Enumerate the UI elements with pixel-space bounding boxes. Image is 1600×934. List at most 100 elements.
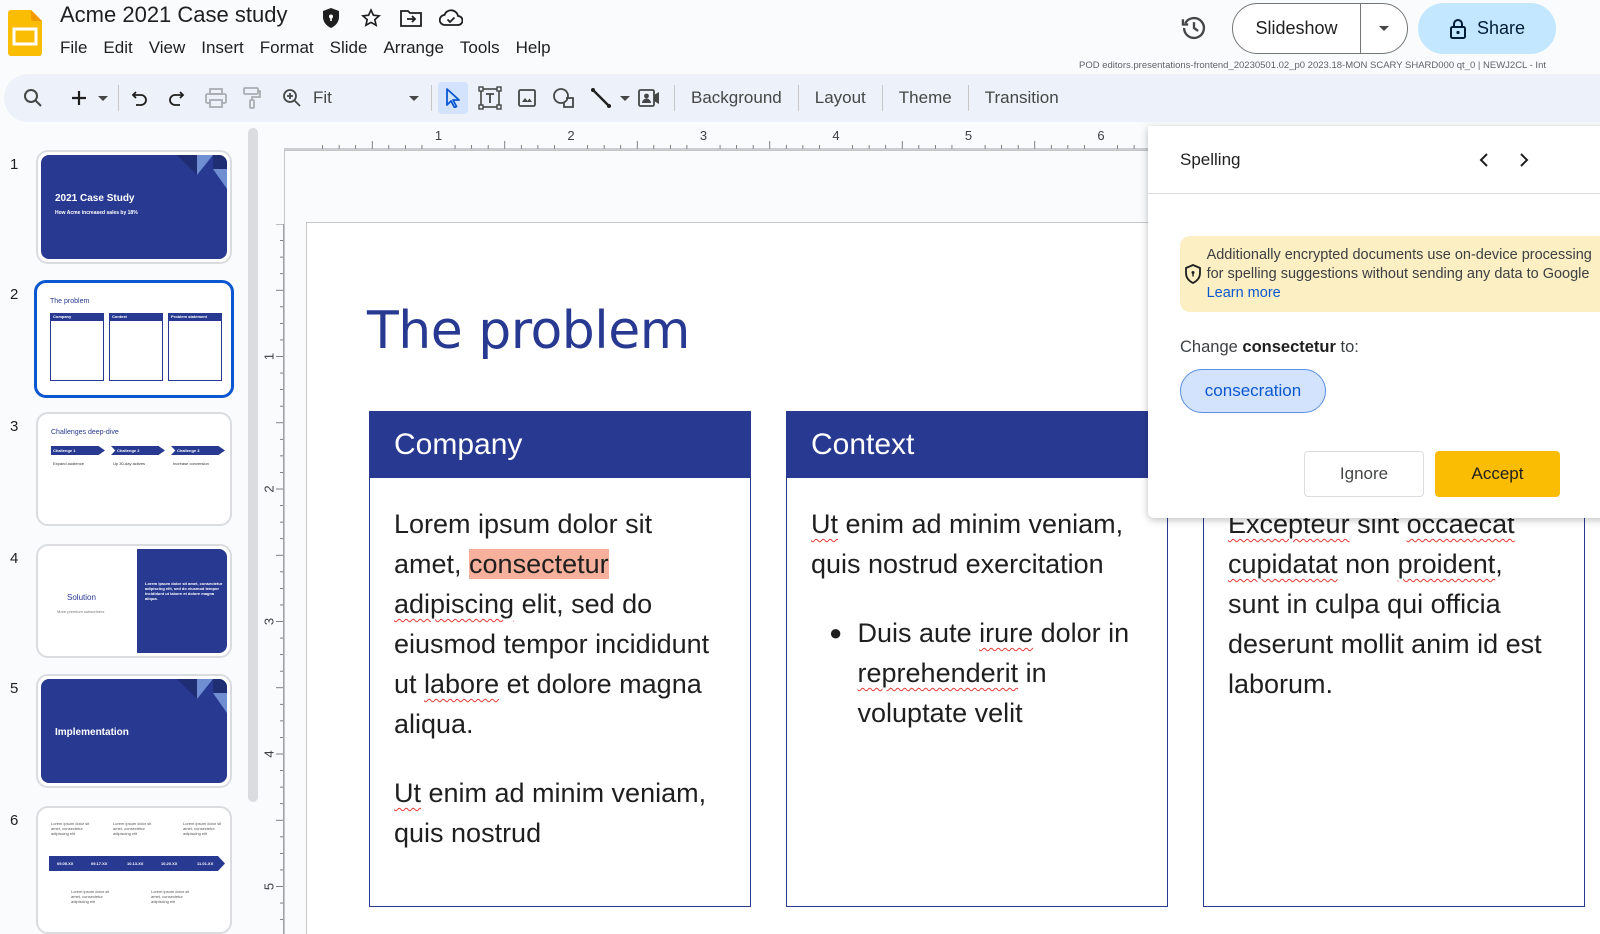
ruler-label: 3	[700, 128, 707, 143]
column-company[interactable]: Company Lorem ipsum dolor sit amet, cons…	[369, 411, 751, 907]
suggestion-chip[interactable]: consecration	[1180, 369, 1326, 413]
spelling-error[interactable]: Ut	[394, 778, 421, 808]
slide-thumbnail-3[interactable]: 3 Challenges deep-dive Challenge 1 Chall…	[0, 412, 250, 532]
column-context[interactable]: Context Ut enim ad minim veniam, quis no…	[786, 411, 1168, 907]
shape-button[interactable]	[548, 82, 580, 114]
chevron-down-icon	[620, 95, 630, 101]
slide-number: 2	[10, 286, 19, 303]
chevron-right-icon	[1520, 152, 1529, 167]
image-icon	[518, 89, 536, 107]
text-box-button[interactable]	[474, 82, 506, 114]
move-to-folder-icon[interactable]	[396, 6, 426, 30]
menu-edit[interactable]: Edit	[95, 36, 140, 60]
filmstrip-scrollbar[interactable]	[248, 128, 258, 802]
ruler-label: 6	[1097, 128, 1104, 143]
slideshow-options-dropdown[interactable]	[1361, 4, 1407, 53]
misspelled-word-highlight[interactable]: consectetur	[469, 549, 609, 579]
spelling-error[interactable]: labore	[424, 669, 499, 699]
menu-tools[interactable]: Tools	[452, 36, 508, 60]
print-icon	[205, 88, 227, 108]
search-icon	[24, 89, 42, 107]
build-info: POD editors.presentations-frontend_20230…	[1079, 60, 1546, 71]
column-body[interactable]: Ut enim ad minim veniam, quis nostrud ex…	[787, 478, 1167, 759]
slide-thumbnail-4[interactable]: 4 Solution More premium subscribers Lore…	[0, 544, 250, 664]
slideshow-button[interactable]: Slideshow	[1233, 4, 1361, 53]
star-icon[interactable]	[356, 6, 386, 30]
transition-button[interactable]: Transition	[975, 88, 1069, 108]
thumb-title: 2021 Case Study	[55, 193, 135, 204]
version-history-button[interactable]	[1176, 12, 1212, 44]
paint-format-button[interactable]	[237, 82, 267, 114]
thumb-note: Lorem ipsum dolor sit amet, consectetur …	[71, 889, 110, 904]
encrypted-shield-icon[interactable]	[316, 6, 346, 30]
spelling-error[interactable]: Ut	[811, 509, 838, 539]
horizontal-ruler[interactable]: 1 2 3 4 5 6	[284, 124, 1154, 150]
menu-view[interactable]: View	[141, 36, 194, 60]
share-button[interactable]: Share	[1418, 3, 1556, 54]
slide-thumbnail-2[interactable]: 2 The problem Company Context Problem st…	[0, 280, 250, 400]
accept-button[interactable]: Accept	[1435, 451, 1560, 497]
slide-thumbnail-6[interactable]: 6 Lorem ipsum dolor sit amet, consectetu…	[0, 806, 250, 934]
chevron-down-icon	[98, 95, 108, 101]
document-title[interactable]: Acme 2021 Case study	[60, 2, 287, 28]
thumb-date: 09.05.XX	[57, 861, 74, 866]
zoom-button[interactable]	[277, 82, 307, 114]
encryption-notice: Additionally encrypted documents use on-…	[1180, 236, 1600, 312]
thumb-subhead: Increase conversion	[173, 461, 209, 466]
menu-help[interactable]: Help	[508, 36, 559, 60]
ignore-button[interactable]: Ignore	[1304, 451, 1424, 497]
cloud-saved-icon[interactable]	[436, 6, 466, 30]
thumb-subhead: Up 30-day actives	[113, 461, 146, 466]
thumb-title: Implementation	[55, 727, 129, 738]
paint-roller-icon	[243, 87, 261, 109]
title-bar: Acme 2021 Case study File Edit View Inse…	[0, 0, 1600, 72]
new-slide-button[interactable]	[64, 82, 94, 114]
slide-thumbnail-1[interactable]: 1 2021 Case Study How Acme increased sal…	[0, 150, 250, 270]
thumb-date: 09.17.XX	[91, 861, 108, 866]
vertical-ruler[interactable]: 1 2 3 4 5	[262, 224, 284, 934]
misspelled-word: consectetur	[1242, 338, 1336, 356]
menu-file[interactable]: File	[52, 36, 95, 60]
thumb-col-head: Company	[51, 314, 103, 321]
learn-more-link[interactable]: Learn more	[1207, 285, 1281, 301]
thumb-chevron: Challenge 2	[111, 446, 165, 455]
menu-format[interactable]: Format	[252, 36, 322, 60]
menu-slide[interactable]: Slide	[322, 36, 376, 60]
search-menus-button[interactable]	[18, 82, 48, 114]
menu-insert[interactable]: Insert	[193, 36, 252, 60]
layout-button[interactable]: Layout	[805, 88, 876, 108]
menu-arrange[interactable]: Arrange	[375, 36, 451, 60]
zoom-select[interactable]: Fit	[307, 88, 425, 108]
ruler-label: 2	[262, 485, 276, 492]
slide-title[interactable]: The problem	[367, 301, 690, 361]
redo-button[interactable]	[161, 82, 191, 114]
spelling-error[interactable]: irure	[979, 618, 1033, 648]
share-label: Share	[1476, 18, 1526, 38]
undo-button[interactable]	[125, 82, 155, 114]
line-button[interactable]	[586, 82, 616, 114]
spelling-error[interactable]: adipiscing	[394, 589, 514, 619]
ruler-label: 1	[435, 128, 442, 143]
slide-number: 6	[10, 812, 19, 829]
toolbar-divider	[881, 85, 883, 111]
theme-button[interactable]: Theme	[889, 88, 962, 108]
new-slide-layout-dropdown[interactable]	[94, 82, 112, 114]
zoom-in-icon	[283, 89, 301, 107]
corner-decoration	[177, 679, 227, 713]
spelling-error[interactable]: reprehenderit	[858, 658, 1019, 688]
select-tool-button[interactable]	[438, 82, 468, 114]
spelling-error[interactable]: proident	[1398, 549, 1496, 579]
previous-suggestion-button[interactable]	[1472, 148, 1496, 172]
line-type-dropdown[interactable]	[616, 82, 634, 114]
column-body[interactable]: Lorem ipsum dolor sit amet, consectetur a…	[370, 478, 750, 908]
insert-image-button[interactable]	[512, 82, 542, 114]
print-button[interactable]	[201, 82, 231, 114]
slide-thumbnail-5[interactable]: 5 Implementation	[0, 674, 250, 794]
thumb-chevron: Challenge 1	[51, 446, 105, 455]
slides-logo-icon[interactable]	[8, 10, 42, 56]
background-button[interactable]: Background	[681, 88, 792, 108]
column-body[interactable]: Excepteur sint occaecat cupidatat non pr…	[1204, 478, 1584, 759]
next-suggestion-button[interactable]	[1512, 148, 1536, 172]
spelling-error[interactable]: cupidatat	[1228, 549, 1338, 579]
insert-video-button[interactable]	[634, 82, 664, 114]
